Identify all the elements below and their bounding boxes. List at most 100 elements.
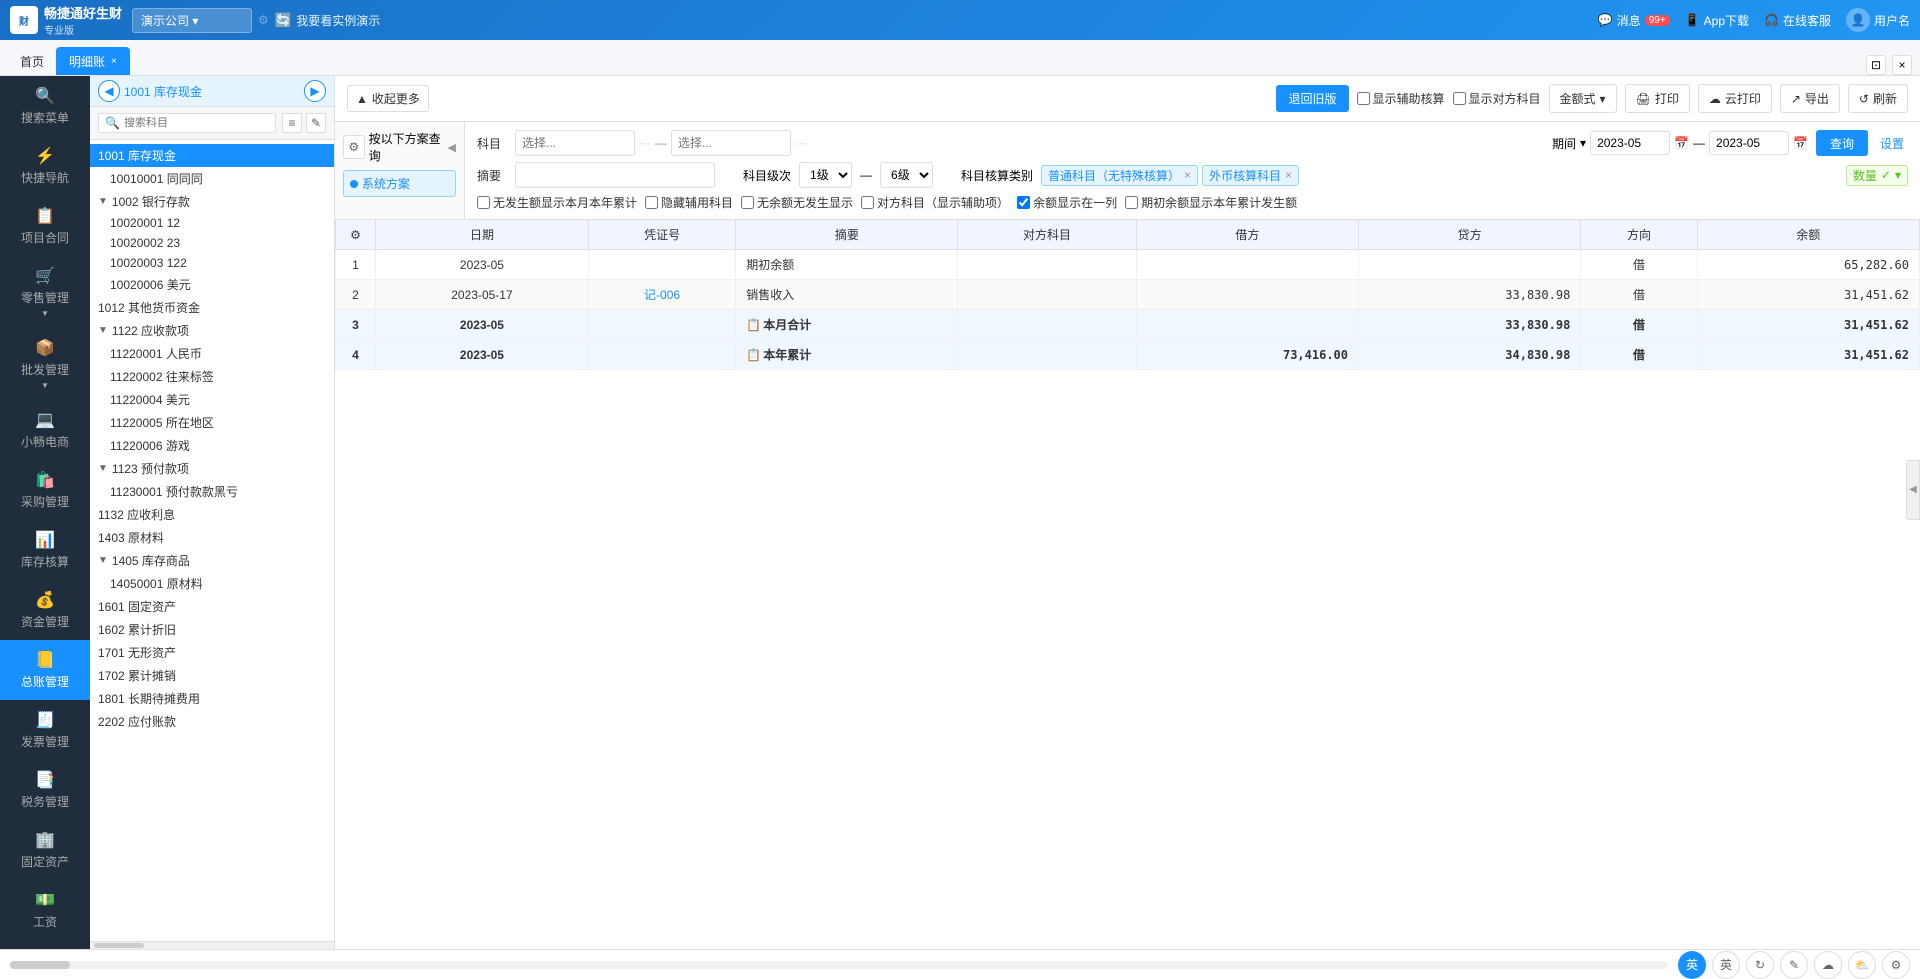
checkbox-no-occur-input[interactable]: [477, 196, 490, 209]
checkbox-no-balance-input[interactable]: [741, 196, 754, 209]
tree-node-1403[interactable]: 1403 原材料: [90, 526, 334, 549]
print-btn[interactable]: 🖨 打印: [1625, 84, 1690, 113]
tree-node-1602[interactable]: 1602 累计折旧: [90, 618, 334, 641]
user-menu[interactable]: 👤 用户名: [1846, 8, 1910, 32]
tree-node-1122[interactable]: ▼ 1122 应收款项: [90, 319, 334, 342]
tree-nav-next[interactable]: ▶: [304, 80, 326, 102]
checkbox-balance-col[interactable]: 余额显示在一列: [1017, 194, 1117, 211]
summary-input[interactable]: [515, 162, 715, 188]
checkbox-year-begin[interactable]: 期初余额显示本年累计发生额: [1125, 194, 1297, 211]
checkbox-hide-aux[interactable]: 隐藏辅用科目: [645, 194, 733, 211]
tree-node-10010001[interactable]: 10010001 同同同: [90, 167, 334, 190]
quantity-tag-item[interactable]: 数量 ✓ ▾: [1846, 165, 1908, 186]
tree-node-11220004[interactable]: 11220004 美元: [90, 388, 334, 411]
checkbox-balance-col-input[interactable]: [1017, 196, 1030, 209]
checkbox-no-balance[interactable]: 无余额无发生显示: [741, 194, 853, 211]
tree-node-1123[interactable]: ▼ 1123 预付款项: [90, 457, 334, 480]
lang-btn[interactable]: 英: [1678, 951, 1706, 979]
show-contra-checkbox[interactable]: 显示对方科目: [1453, 90, 1541, 107]
tree-node-11220006[interactable]: 11220006 游戏: [90, 434, 334, 457]
settings-btn[interactable]: 设置: [1876, 135, 1908, 152]
bottom-scroll[interactable]: [10, 961, 1668, 969]
tree-node-1801[interactable]: 1801 长期待摊费用: [90, 687, 334, 710]
tree-node-1002[interactable]: ▼ 1002 银行存款: [90, 190, 334, 213]
system-scheme-btn[interactable]: 系统方案: [343, 170, 456, 197]
checkbox-show-contra[interactable]: 对方科目（显示辅助项）: [861, 194, 1009, 211]
tag-normal-close[interactable]: ×: [1184, 168, 1191, 182]
sidebar-item-tax[interactable]: 📑 税务管理: [0, 760, 90, 820]
sidebar-item-wholesale[interactable]: 📦 批发管理 ▼: [0, 328, 90, 400]
tree-node-1001[interactable]: 1001 库存现金: [90, 144, 334, 167]
sidebar-item-operation[interactable]: 📈 经营管理: [0, 940, 90, 949]
tree-node-1405[interactable]: ▼ 1405 库存商品: [90, 549, 334, 572]
checkbox-show-contra-input[interactable]: [861, 196, 874, 209]
sidebar-item-fixed-assets[interactable]: 🏢 固定资产: [0, 820, 90, 880]
window-close-btn[interactable]: ×: [1892, 55, 1912, 75]
period-start-input[interactable]: [1590, 131, 1670, 155]
right-expand-btn[interactable]: ◀: [1906, 460, 1920, 520]
tree-node-1132[interactable]: 1132 应收利息: [90, 503, 334, 526]
back-old-version-btn[interactable]: 退回旧版: [1276, 85, 1348, 112]
tree-scroll-bar[interactable]: [90, 941, 334, 949]
company-selector[interactable]: 演示公司 ▾: [132, 8, 252, 33]
checkbox-hide-aux-input[interactable]: [645, 196, 658, 209]
show-aux-checkbox[interactable]: 显示辅助核算: [1357, 90, 1445, 107]
checkbox-no-occur[interactable]: 无发生额显示本月本年累计: [477, 194, 637, 211]
sidebar-item-capital[interactable]: 💰 资金管理: [0, 580, 90, 640]
tree-edit-btn[interactable]: ✎: [306, 113, 326, 133]
sidebar-item-retail[interactable]: 🛒 零售管理 ▼: [0, 256, 90, 328]
tree-node-1601[interactable]: 1601 固定资产: [90, 595, 334, 618]
message-btn[interactable]: 💬 消息 99+: [1598, 12, 1670, 29]
amount-format-btn[interactable]: 金额式 ▾: [1549, 84, 1617, 113]
tree-nav-prev[interactable]: ◀: [98, 80, 120, 102]
tree-node-11220001[interactable]: 11220001 人民币: [90, 342, 334, 365]
sidebar-item-search[interactable]: 🔍 搜索菜单: [0, 76, 90, 136]
bottom-btn-cloud2[interactable]: ⛅: [1848, 951, 1876, 979]
sidebar-item-project[interactable]: 📋 项目合同: [0, 196, 90, 256]
bottom-btn-edit[interactable]: ✎: [1780, 951, 1808, 979]
tree-node-11220002[interactable]: 11220002 往来标签: [90, 365, 334, 388]
refresh-btn[interactable]: ↺ 刷新: [1848, 84, 1908, 113]
sidebar-item-ecommerce[interactable]: 💻 小畅电商: [0, 400, 90, 460]
tag-forex-close[interactable]: ×: [1285, 168, 1292, 182]
bottom-btn-1[interactable]: 英: [1712, 951, 1740, 979]
row2-voucher[interactable]: 记-006: [588, 280, 735, 310]
period-end-input[interactable]: [1709, 131, 1789, 155]
window-restore-btn[interactable]: ⊡: [1866, 55, 1886, 75]
tab-home[interactable]: 首页: [8, 47, 56, 75]
sidebar-item-purchase[interactable]: 🛍️ 采购管理: [0, 460, 90, 520]
show-aux-checkbox-input[interactable]: [1357, 92, 1370, 105]
tree-list-view-btn[interactable]: ≡: [282, 113, 302, 133]
sidebar-item-inventory[interactable]: 📊 库存核算: [0, 520, 90, 580]
subject-input-end[interactable]: [671, 130, 791, 156]
demo-link[interactable]: 🔄 我要看实例演示: [275, 12, 380, 29]
subject-input[interactable]: [515, 130, 635, 156]
bottom-btn-settings[interactable]: ⚙: [1882, 951, 1910, 979]
sidebar-item-ledger[interactable]: 📒 总账管理: [0, 640, 90, 700]
cloud-print-btn[interactable]: ☁ 云打印: [1698, 84, 1772, 113]
tree-node-14050001[interactable]: 14050001 原材料: [90, 572, 334, 595]
scheme-gear-btn[interactable]: ⚙: [343, 135, 365, 159]
tree-node-1701[interactable]: 1701 无形资产: [90, 641, 334, 664]
account-search-input[interactable]: [124, 117, 269, 129]
level-start-select[interactable]: 1级2级3级: [799, 162, 852, 188]
tree-node-10020001[interactable]: 10020001 12: [90, 213, 334, 233]
tree-node-10020006[interactable]: 10020006 美元: [90, 273, 334, 296]
query-btn[interactable]: 查询: [1816, 130, 1868, 156]
online-service-btn[interactable]: 🎧 在线客服: [1764, 12, 1831, 29]
tree-node-1012[interactable]: 1012 其他货币资金: [90, 296, 334, 319]
sidebar-item-invoice[interactable]: 🧾 发票管理: [0, 700, 90, 760]
sidebar-item-quick[interactable]: ⚡ 快捷导航: [0, 136, 90, 196]
bottom-btn-cloud[interactable]: ☁: [1814, 951, 1842, 979]
tree-node-1702[interactable]: 1702 累计摊销: [90, 664, 334, 687]
bottom-btn-refresh[interactable]: ↻: [1746, 951, 1774, 979]
tree-node-11220005[interactable]: 11220005 所在地区: [90, 411, 334, 434]
export-btn[interactable]: ↗ 导出: [1780, 84, 1840, 113]
scheme-collapse-btn[interactable]: ◀: [448, 141, 456, 154]
app-download-btn[interactable]: 📱 App下载: [1685, 12, 1749, 29]
show-contra-checkbox-input[interactable]: [1453, 92, 1466, 105]
sidebar-item-salary[interactable]: 💵 工资: [0, 880, 90, 940]
tree-node-2202[interactable]: 2202 应付账款: [90, 710, 334, 733]
collapse-more-btn[interactable]: ▲ 收起更多: [347, 85, 429, 112]
checkbox-year-begin-input[interactable]: [1125, 196, 1138, 209]
